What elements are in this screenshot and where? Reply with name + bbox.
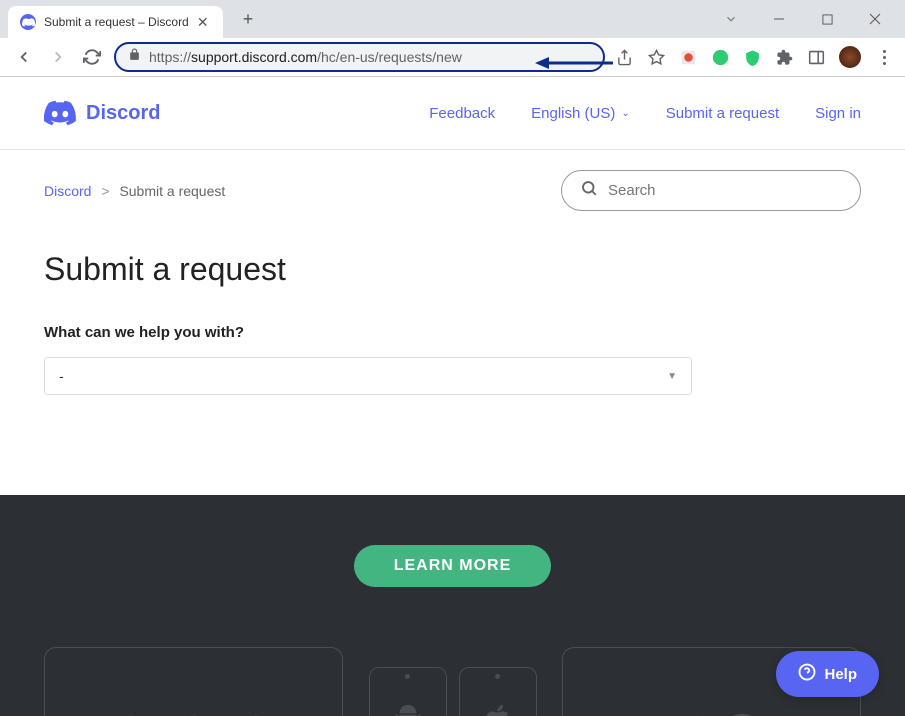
site-header: Discord Feedback English (US) ⌄ Submit a… xyxy=(0,77,905,150)
opera-icon xyxy=(234,712,278,716)
window-controls xyxy=(717,5,897,33)
form-label: What can we help you with? xyxy=(44,324,861,341)
profile-avatar[interactable] xyxy=(839,46,861,68)
learn-more-button[interactable]: LEARN MORE xyxy=(354,545,552,587)
dropdown-value: - xyxy=(59,368,64,384)
panel-icon[interactable] xyxy=(807,48,825,66)
nav-feedback[interactable]: Feedback xyxy=(429,105,495,122)
phone-frame-android xyxy=(369,667,447,716)
forward-button[interactable] xyxy=(46,45,70,69)
firefox-icon xyxy=(110,712,154,716)
nav-signin[interactable]: Sign in xyxy=(815,105,861,122)
android-icon xyxy=(391,702,425,716)
logo-text: Discord xyxy=(86,102,160,125)
top-row: Discord > Submit a request xyxy=(44,170,861,211)
phone-frame-apple xyxy=(459,667,537,716)
nav-language[interactable]: English (US) ⌄ xyxy=(531,105,630,122)
chevron-down-icon: ▼ xyxy=(667,371,677,382)
tab-title: Submit a request – Discord xyxy=(44,15,189,29)
page-title: Submit a request xyxy=(44,251,861,288)
breadcrumb-root[interactable]: Discord xyxy=(44,183,91,199)
help-label: Help xyxy=(824,666,857,683)
search-input[interactable] xyxy=(608,182,842,199)
discord-logo-icon xyxy=(44,97,76,129)
browser-chrome: Submit a request – Discord ✕ + https://s… xyxy=(0,0,905,77)
menu-icon[interactable] xyxy=(875,48,893,66)
discord-favicon xyxy=(20,14,36,30)
platforms-row xyxy=(44,647,861,716)
platform-mobile xyxy=(363,647,541,716)
apple-icon xyxy=(481,702,515,716)
browser-tab[interactable]: Submit a request – Discord ✕ xyxy=(8,6,223,38)
platform-browsers xyxy=(44,647,343,716)
search-icon xyxy=(580,179,598,202)
breadcrumb-separator: > xyxy=(101,183,109,199)
content-area: Discord > Submit a request Submit a requ… xyxy=(0,150,905,435)
title-bar: Submit a request – Discord ✕ + xyxy=(0,0,905,38)
breadcrumb: Discord > Submit a request xyxy=(44,183,225,199)
url-text: https://support.discord.com/hc/en-us/req… xyxy=(149,49,591,65)
extensions-icon[interactable] xyxy=(775,48,793,66)
extension-green-icon[interactable] xyxy=(711,48,729,66)
chevron-down-icon: ⌄ xyxy=(621,108,629,119)
chrome-icon xyxy=(172,712,216,716)
share-icon[interactable] xyxy=(615,48,633,66)
page-viewport[interactable]: Discord Feedback English (US) ⌄ Submit a… xyxy=(0,77,905,716)
chevron-down-icon[interactable] xyxy=(717,5,745,33)
search-box[interactable] xyxy=(561,170,861,211)
reload-button[interactable] xyxy=(80,45,104,69)
discord-logo[interactable]: Discord xyxy=(44,97,160,129)
maximize-button[interactable] xyxy=(813,5,841,33)
star-icon[interactable] xyxy=(647,48,665,66)
main-nav: Feedback English (US) ⌄ Submit a request… xyxy=(429,105,861,122)
close-window-button[interactable] xyxy=(861,5,889,33)
footer-section: LEARN MORE xyxy=(0,495,905,716)
language-label: English (US) xyxy=(531,105,615,122)
minimize-button[interactable] xyxy=(765,5,793,33)
windows-icon xyxy=(658,712,702,716)
toolbar-icons xyxy=(615,46,893,68)
help-icon xyxy=(798,663,816,685)
nav-submit-request[interactable]: Submit a request xyxy=(666,105,779,122)
help-widget[interactable]: Help xyxy=(776,651,879,697)
extension-red-icon[interactable] xyxy=(679,48,697,66)
close-icon[interactable]: ✕ xyxy=(195,14,211,30)
browser-toolbar: https://support.discord.com/hc/en-us/req… xyxy=(0,38,905,76)
shield-icon[interactable] xyxy=(743,48,761,66)
address-bar[interactable]: https://support.discord.com/hc/en-us/req… xyxy=(114,42,605,72)
help-topic-dropdown[interactable]: - ▼ xyxy=(44,357,692,395)
macos-icon xyxy=(720,712,764,716)
breadcrumb-current: Submit a request xyxy=(119,183,225,199)
back-button[interactable] xyxy=(12,45,36,69)
new-tab-button[interactable]: + xyxy=(235,5,262,34)
lock-icon xyxy=(128,48,141,66)
